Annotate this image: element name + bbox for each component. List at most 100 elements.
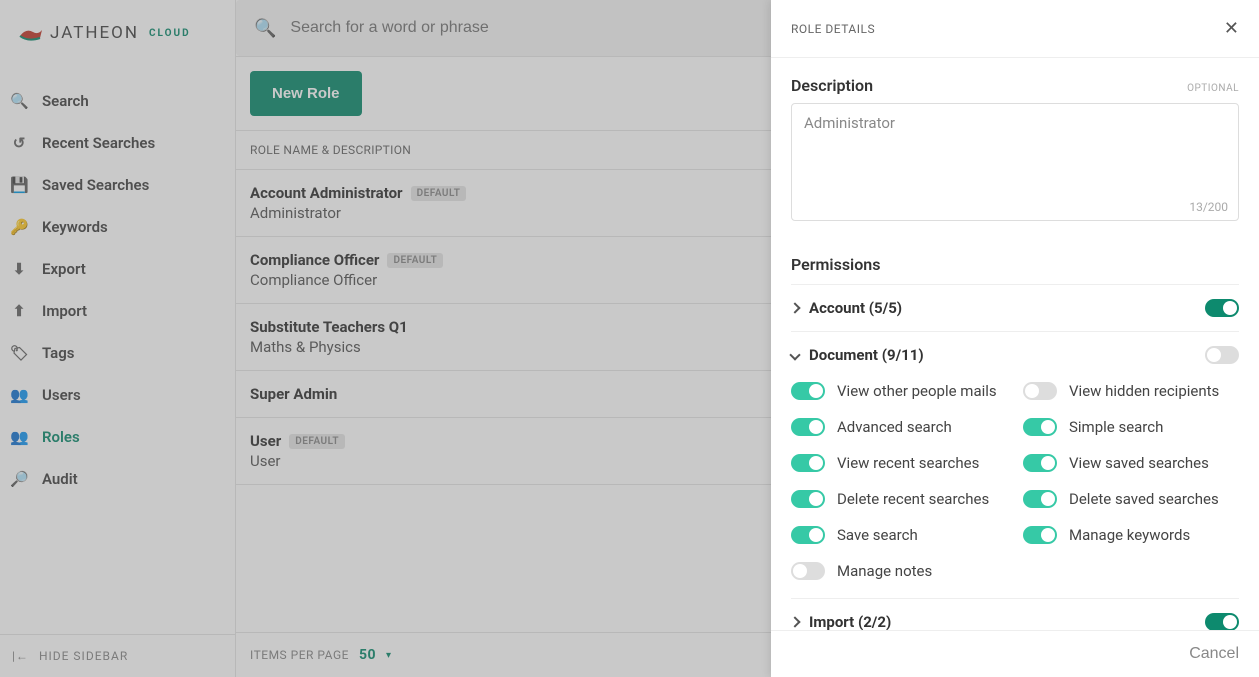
perm-toggle[interactable] — [1023, 454, 1057, 472]
logo: JATHEON CLOUD — [0, 0, 235, 62]
sidebar-item-search[interactable]: 🔍 Search — [0, 80, 235, 122]
sidebar-item-label: Search — [42, 92, 89, 110]
perm-item-label: Save search — [837, 526, 918, 544]
permissions-label: Permissions — [791, 255, 1239, 274]
perm-item-label: Simple search — [1069, 418, 1163, 436]
nav-icon: 👥 — [10, 386, 28, 404]
perm-group: Document (9/11) View other people mails V… — [791, 331, 1239, 598]
cancel-button[interactable]: Cancel — [1189, 645, 1239, 663]
perm-toggle[interactable] — [791, 418, 825, 436]
nav-icon: 🔎 — [10, 470, 28, 488]
perm-toggle[interactable] — [1023, 526, 1057, 544]
perm-toggle[interactable] — [791, 490, 825, 508]
nav-icon: 👥 — [10, 428, 28, 446]
perm-item-label: View saved searches — [1069, 454, 1209, 472]
chevron-down-icon[interactable]: ▾ — [386, 650, 392, 661]
perm-item: View saved searches — [1023, 454, 1239, 472]
optional-label: OPTIONAL — [1187, 83, 1239, 94]
perm-item-label: View recent searches — [837, 454, 979, 472]
perm-group-name: Account (5/5) — [809, 299, 902, 317]
panel-footer: Cancel — [771, 630, 1259, 677]
panel-header: ROLE DETAILS ✕ — [771, 0, 1259, 58]
perm-item: View other people mails — [791, 382, 1007, 400]
perm-item-label: View hidden recipients — [1069, 382, 1219, 400]
panel-body: Description OPTIONAL Administrator 13/20… — [771, 58, 1259, 630]
sidebar-item-audit[interactable]: 🔎 Audit — [0, 458, 235, 500]
description-field-wrap: Administrator 13/200 — [791, 103, 1239, 221]
sidebar-item-tags[interactable]: 🏷Tags — [0, 332, 235, 374]
perm-item: Delete saved searches — [1023, 490, 1239, 508]
sidebar-item-keywords[interactable]: 🔑 Keywords — [0, 206, 235, 248]
perm-item-label: Manage notes — [837, 562, 932, 580]
sidebar-item-label: Roles — [42, 428, 80, 446]
items-per-page-value[interactable]: 50 — [359, 647, 376, 663]
char-count: 13/200 — [1189, 200, 1228, 214]
perm-toggle[interactable] — [1023, 382, 1057, 400]
perm-group-header[interactable]: Import (2/2) — [791, 599, 1239, 630]
close-icon[interactable]: ✕ — [1224, 18, 1239, 39]
perm-item-label: Advanced search — [837, 418, 952, 436]
perm-item: View hidden recipients — [1023, 382, 1239, 400]
perm-group-toggle[interactable] — [1205, 346, 1239, 364]
sidebar-item-label: Audit — [42, 470, 78, 488]
sidebar-item-label: Saved Searches — [42, 176, 149, 194]
nav-icon: ⬆ — [10, 302, 28, 320]
perm-item: Simple search — [1023, 418, 1239, 436]
sidebar-item-label: Keywords — [42, 218, 108, 236]
perm-toggle[interactable] — [791, 454, 825, 472]
perm-group-header[interactable]: Account (5/5) — [791, 285, 1239, 331]
sidebar-item-recent-searches[interactable]: ↺Recent Searches — [0, 122, 235, 164]
collapse-icon: |← — [12, 649, 29, 663]
nav-icon: 💾 — [10, 176, 28, 194]
perm-item: Manage notes — [791, 562, 1007, 580]
default-badge: DEFAULT — [289, 434, 345, 449]
logo-icon — [18, 22, 44, 44]
perm-group-toggle[interactable] — [1205, 299, 1239, 317]
chevron-icon — [789, 616, 800, 627]
perm-item: Save search — [791, 526, 1007, 544]
default-badge: DEFAULT — [411, 186, 467, 201]
perm-toggle[interactable] — [791, 382, 825, 400]
perm-item: Delete recent searches — [791, 490, 1007, 508]
permission-groups: Account (5/5) Document (9/11) View other… — [791, 284, 1239, 630]
sidebar-item-users[interactable]: 👥Users — [0, 374, 235, 416]
perm-group: Account (5/5) — [791, 284, 1239, 331]
perm-item: Manage keywords — [1023, 526, 1239, 544]
perm-group-toggle[interactable] — [1205, 613, 1239, 630]
new-role-button[interactable]: New Role — [250, 71, 362, 116]
sidebar-item-saved-searches[interactable]: 💾 Saved Searches — [0, 164, 235, 206]
nav: 🔍 Search ↺Recent Searches 💾 Saved Searches 🔑 K… — [0, 62, 235, 634]
perm-item: Advanced search — [791, 418, 1007, 436]
perm-group-name: Document (9/11) — [809, 346, 924, 364]
logo-brand: JATHEON — [50, 23, 139, 43]
description-field[interactable]: Administrator — [804, 114, 1226, 194]
perm-toggle[interactable] — [1023, 418, 1057, 436]
perm-group-header[interactable]: Document (9/11) — [791, 332, 1239, 378]
perm-toggle[interactable] — [791, 526, 825, 544]
perm-item-label: Delete saved searches — [1069, 490, 1219, 508]
items-per-page-label: ITEMS PER PAGE — [250, 648, 349, 662]
sidebar-item-label: Export — [42, 260, 86, 278]
nav-icon: 🔑 — [10, 218, 28, 236]
panel-title: ROLE DETAILS — [791, 22, 875, 36]
perm-item-label: View other people mails — [837, 382, 997, 400]
perm-item-label: Delete recent searches — [837, 490, 989, 508]
sidebar-item-export[interactable]: ⬇Export — [0, 248, 235, 290]
perm-toggle[interactable] — [1023, 490, 1057, 508]
nav-icon: 🏷 — [10, 344, 28, 362]
perm-toggle[interactable] — [791, 562, 825, 580]
nav-icon: 🔍 — [10, 92, 28, 110]
chevron-icon — [789, 349, 800, 360]
sidebar-item-import[interactable]: ⬆ Import — [0, 290, 235, 332]
perm-group: Import (2/2) — [791, 598, 1239, 630]
perm-item: View recent searches — [791, 454, 1007, 472]
logo-suffix: CLOUD — [149, 28, 191, 39]
hide-sidebar-button[interactable]: |← HIDE SIDEBAR — [0, 634, 235, 677]
sidebar: JATHEON CLOUD 🔍 Search ↺Recent Searches 💾 Sa… — [0, 0, 236, 677]
sidebar-item-label: Import — [42, 302, 87, 320]
description-label: Description — [791, 76, 873, 95]
chevron-icon — [789, 302, 800, 313]
sidebar-item-roles[interactable]: 👥 Roles — [0, 416, 235, 458]
perm-item-label: Manage keywords — [1069, 526, 1190, 544]
hide-sidebar-label: HIDE SIDEBAR — [39, 649, 128, 663]
